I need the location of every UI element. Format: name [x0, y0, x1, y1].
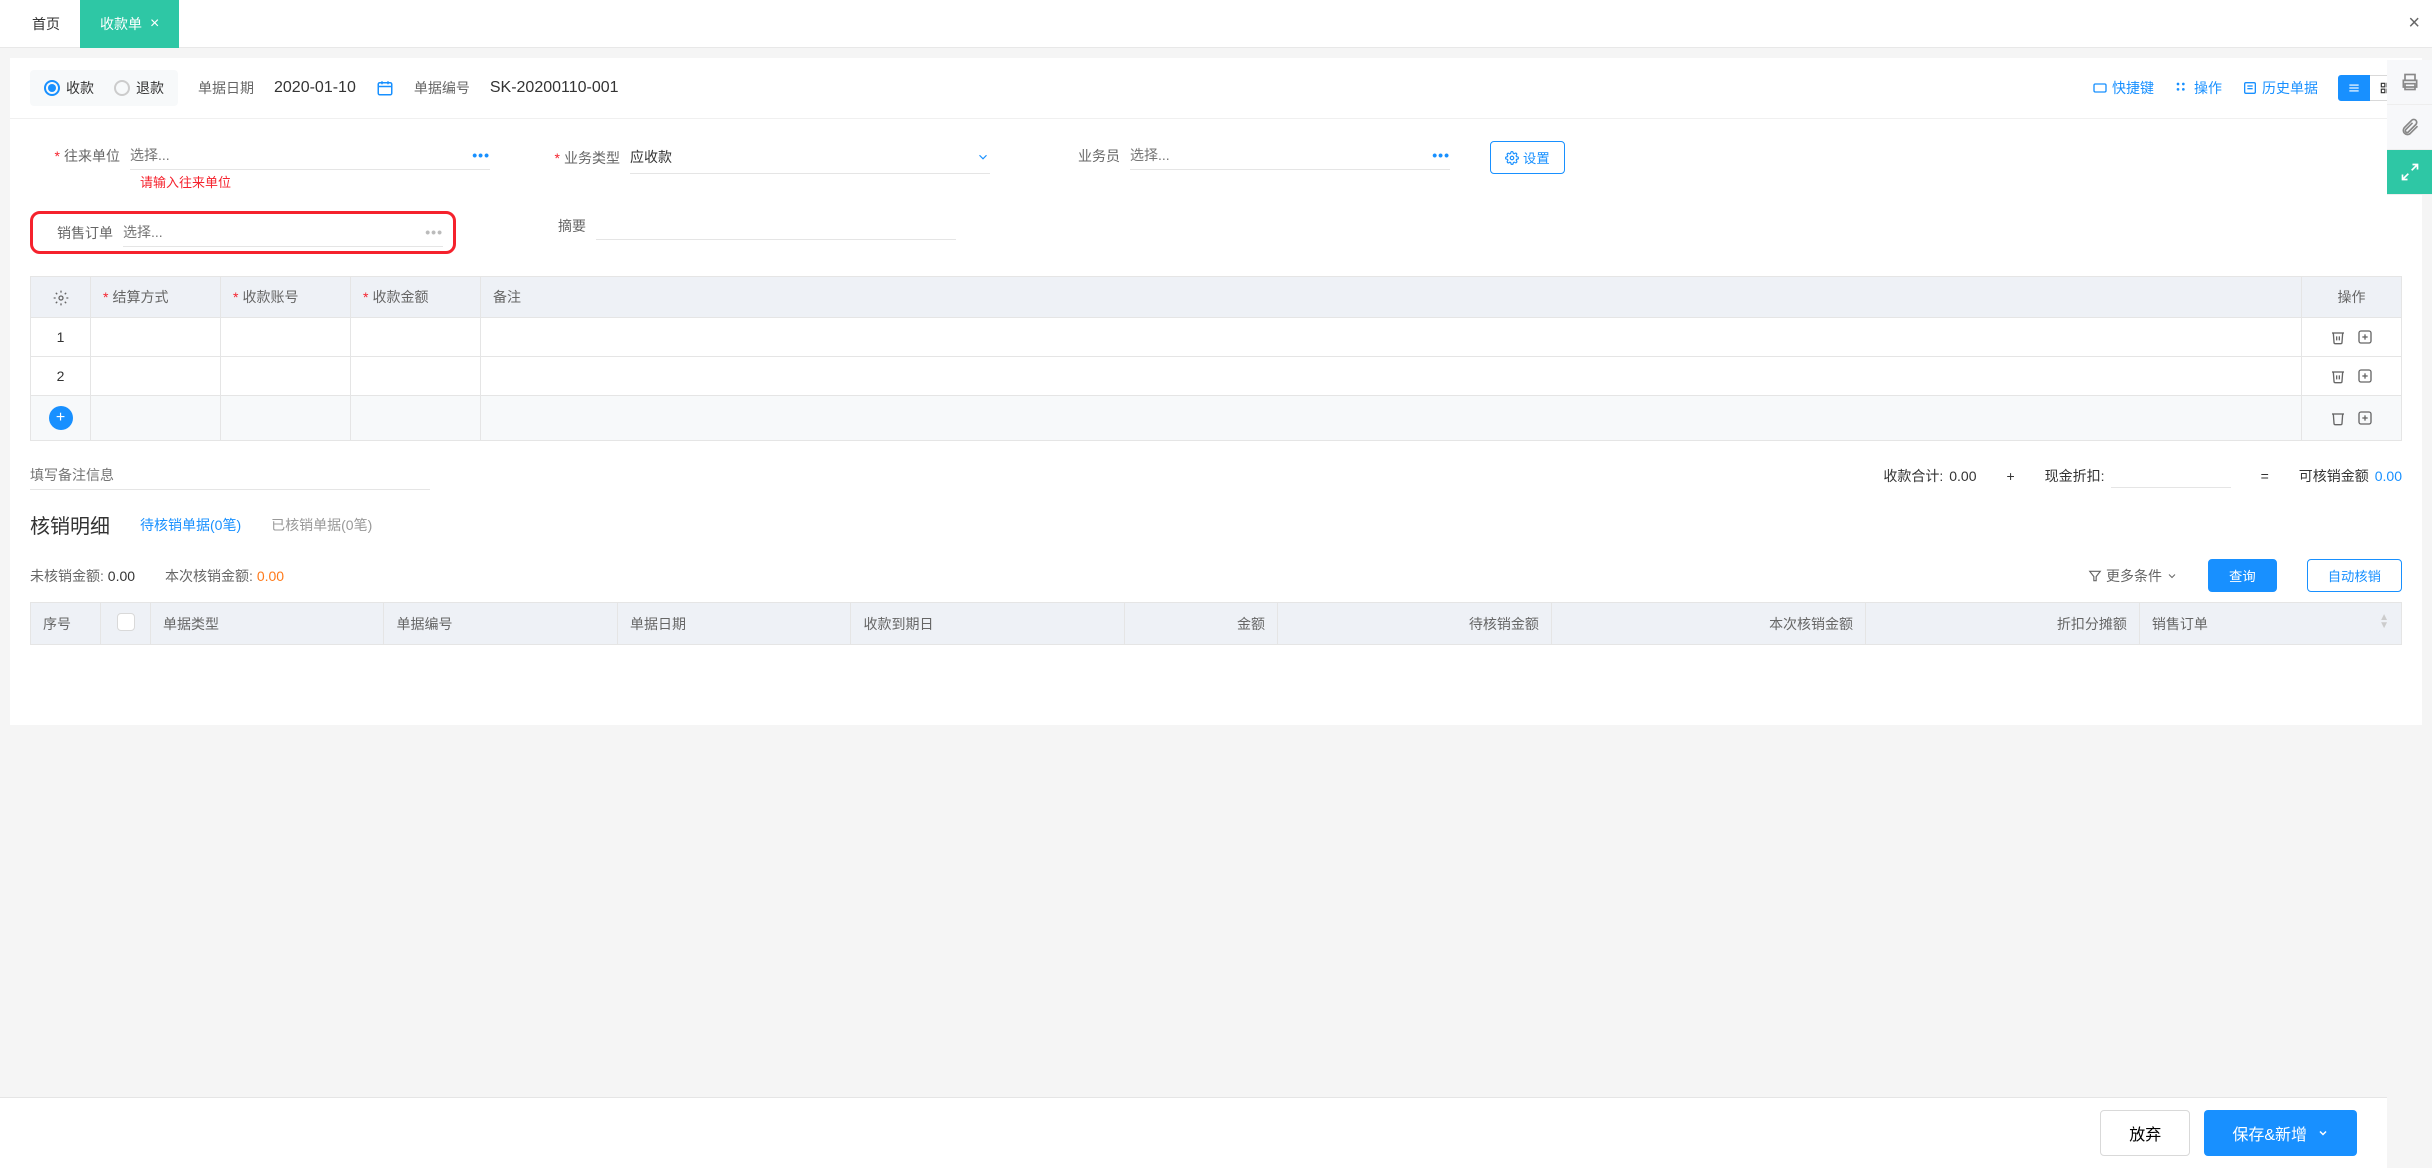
- discount-input[interactable]: [2111, 464, 2231, 488]
- partner-error: 请输入往来单位: [140, 172, 490, 191]
- add-row-icon[interactable]: [2357, 409, 2373, 426]
- shortcuts-link[interactable]: 快捷键: [2092, 78, 2154, 98]
- filter-row: 未核销金额: 0.00 本次核销金额: 0.00 更多条件 查询 自动核销: [10, 549, 2422, 602]
- select-all-checkbox[interactable]: [117, 613, 135, 631]
- chevron-down-icon: [976, 150, 990, 165]
- partner-input[interactable]: •••: [130, 141, 490, 170]
- remark-cell[interactable]: [481, 318, 2302, 357]
- settle-cell[interactable]: [91, 357, 221, 396]
- more-conditions[interactable]: 更多条件: [2088, 566, 2178, 586]
- right-sidebar: [2387, 60, 2432, 195]
- history-link[interactable]: 历史单据: [2242, 78, 2318, 98]
- amount-cell[interactable]: [351, 318, 481, 357]
- row-index: 2: [31, 357, 91, 396]
- unverified-amount: 0.00: [108, 568, 135, 584]
- attachment-icon[interactable]: [2387, 105, 2432, 150]
- main-panel: 收款 退款 单据日期 2020-01-10 单据编号 SK-20200110-0…: [10, 58, 2422, 725]
- add-button[interactable]: +: [49, 406, 73, 430]
- header-row: 收款 退款 单据日期 2020-01-10 单据编号 SK-20200110-0…: [10, 58, 2422, 119]
- biztype-select[interactable]: 应收款: [630, 141, 990, 174]
- tab-receipt[interactable]: 收款单 ×: [80, 0, 179, 48]
- table-row: 2: [31, 357, 2402, 396]
- form-area: *往来单位 ••• 请输入往来单位 *业务类型 应收款 业: [10, 119, 2422, 276]
- radio-dot-icon: [114, 80, 130, 96]
- tab-label: 收款单: [100, 14, 142, 34]
- sales-order-input[interactable]: •••: [123, 218, 443, 247]
- gear-icon[interactable]: [53, 288, 69, 304]
- tab-verified[interactable]: 已核销单据(0笔): [271, 515, 372, 535]
- ellipsis-icon[interactable]: •••: [472, 147, 490, 163]
- biztype-value: 应收款: [630, 147, 672, 167]
- verifiable-label: 可核销金额: [2299, 466, 2369, 486]
- remark-input[interactable]: [30, 461, 430, 490]
- discount-label: 现金折扣:: [2045, 466, 2105, 486]
- payment-table: *结算方式 *收款账号 *收款金额 备注 操作 1 2: [30, 276, 2402, 441]
- tab-bar: 首页 收款单 × ×: [0, 0, 2432, 48]
- verification-table: 序号 单据类型 单据编号 单据日期 收款到期日 金额 待核销金额 本次核销金额 …: [30, 602, 2402, 645]
- save-new-button[interactable]: 保存&新增: [2204, 1110, 2357, 1156]
- table-row: 1: [31, 318, 2402, 357]
- receipt-type-radio: 收款 退款: [30, 70, 178, 106]
- close-icon[interactable]: ×: [150, 15, 159, 33]
- expand-icon[interactable]: [2387, 150, 2432, 195]
- table-add-row: +: [31, 396, 2402, 441]
- salesman-field: 业务员 •••: [1030, 141, 1450, 170]
- radio-label: 退款: [136, 78, 164, 98]
- account-cell[interactable]: [221, 318, 351, 357]
- settings-button[interactable]: 设置: [1490, 141, 1565, 174]
- add-row-icon[interactable]: [2357, 367, 2373, 384]
- summary-input[interactable]: [596, 211, 956, 240]
- summary-row: 收款合计: 0.00 + 现金折扣: = 可核销金额 0.00: [10, 441, 2422, 510]
- calendar-icon[interactable]: [376, 79, 394, 97]
- account-cell[interactable]: [221, 357, 351, 396]
- summary-field: 摘要: [496, 211, 956, 240]
- this-verify-amount: 0.00: [257, 568, 284, 584]
- section-title: 核销明细: [30, 510, 110, 539]
- sales-order-highlight: 销售订单 •••: [30, 211, 456, 254]
- auto-verify-button[interactable]: 自动核销: [2307, 559, 2402, 592]
- doc-date-value[interactable]: 2020-01-10: [274, 79, 356, 97]
- amount-cell[interactable]: [351, 357, 481, 396]
- salesman-input[interactable]: •••: [1130, 141, 1450, 170]
- verifiable-value: 0.00: [2375, 468, 2402, 484]
- biztype-field: *业务类型 应收款: [530, 141, 990, 174]
- doc-date-label: 单据日期: [198, 78, 254, 98]
- ellipsis-icon[interactable]: •••: [1432, 147, 1450, 163]
- add-row-icon[interactable]: [2357, 328, 2373, 345]
- partner-field: *往来单位 •••: [30, 141, 490, 170]
- radio-dot-icon: [44, 80, 60, 96]
- settle-cell[interactable]: [91, 318, 221, 357]
- row-index: 1: [31, 318, 91, 357]
- total-label: 收款合计:: [1883, 466, 1943, 486]
- delete-icon[interactable]: [2330, 367, 2346, 384]
- radio-refund[interactable]: 退款: [114, 78, 164, 98]
- query-button[interactable]: 查询: [2208, 559, 2277, 592]
- radio-label: 收款: [66, 78, 94, 98]
- tab-pending[interactable]: 待核销单据(0笔): [140, 515, 241, 535]
- delete-icon[interactable]: [2330, 328, 2346, 345]
- doc-no-label: 单据编号: [414, 78, 470, 98]
- ellipsis-icon[interactable]: •••: [425, 224, 443, 240]
- delete-icon[interactable]: [2330, 409, 2346, 426]
- total-value: 0.00: [1949, 468, 1976, 484]
- sort-icon[interactable]: ▲▼: [2379, 614, 2389, 630]
- sales-order-field: 销售订单 •••: [43, 218, 443, 247]
- bottom-bar: 放弃 保存&新增: [0, 1097, 2387, 1168]
- close-all-icon[interactable]: ×: [2408, 12, 2420, 35]
- tab-home[interactable]: 首页: [12, 0, 80, 48]
- cancel-button[interactable]: 放弃: [2100, 1110, 2190, 1156]
- view-list-button[interactable]: [2338, 75, 2370, 101]
- operations-link[interactable]: 操作: [2174, 78, 2222, 98]
- doc-no-value: SK-20200110-001: [490, 79, 619, 97]
- print-icon[interactable]: [2387, 60, 2432, 105]
- remark-cell[interactable]: [481, 357, 2302, 396]
- verification-header: 核销明细 待核销单据(0笔) 已核销单据(0笔): [10, 510, 2422, 549]
- radio-receive[interactable]: 收款: [44, 78, 94, 98]
